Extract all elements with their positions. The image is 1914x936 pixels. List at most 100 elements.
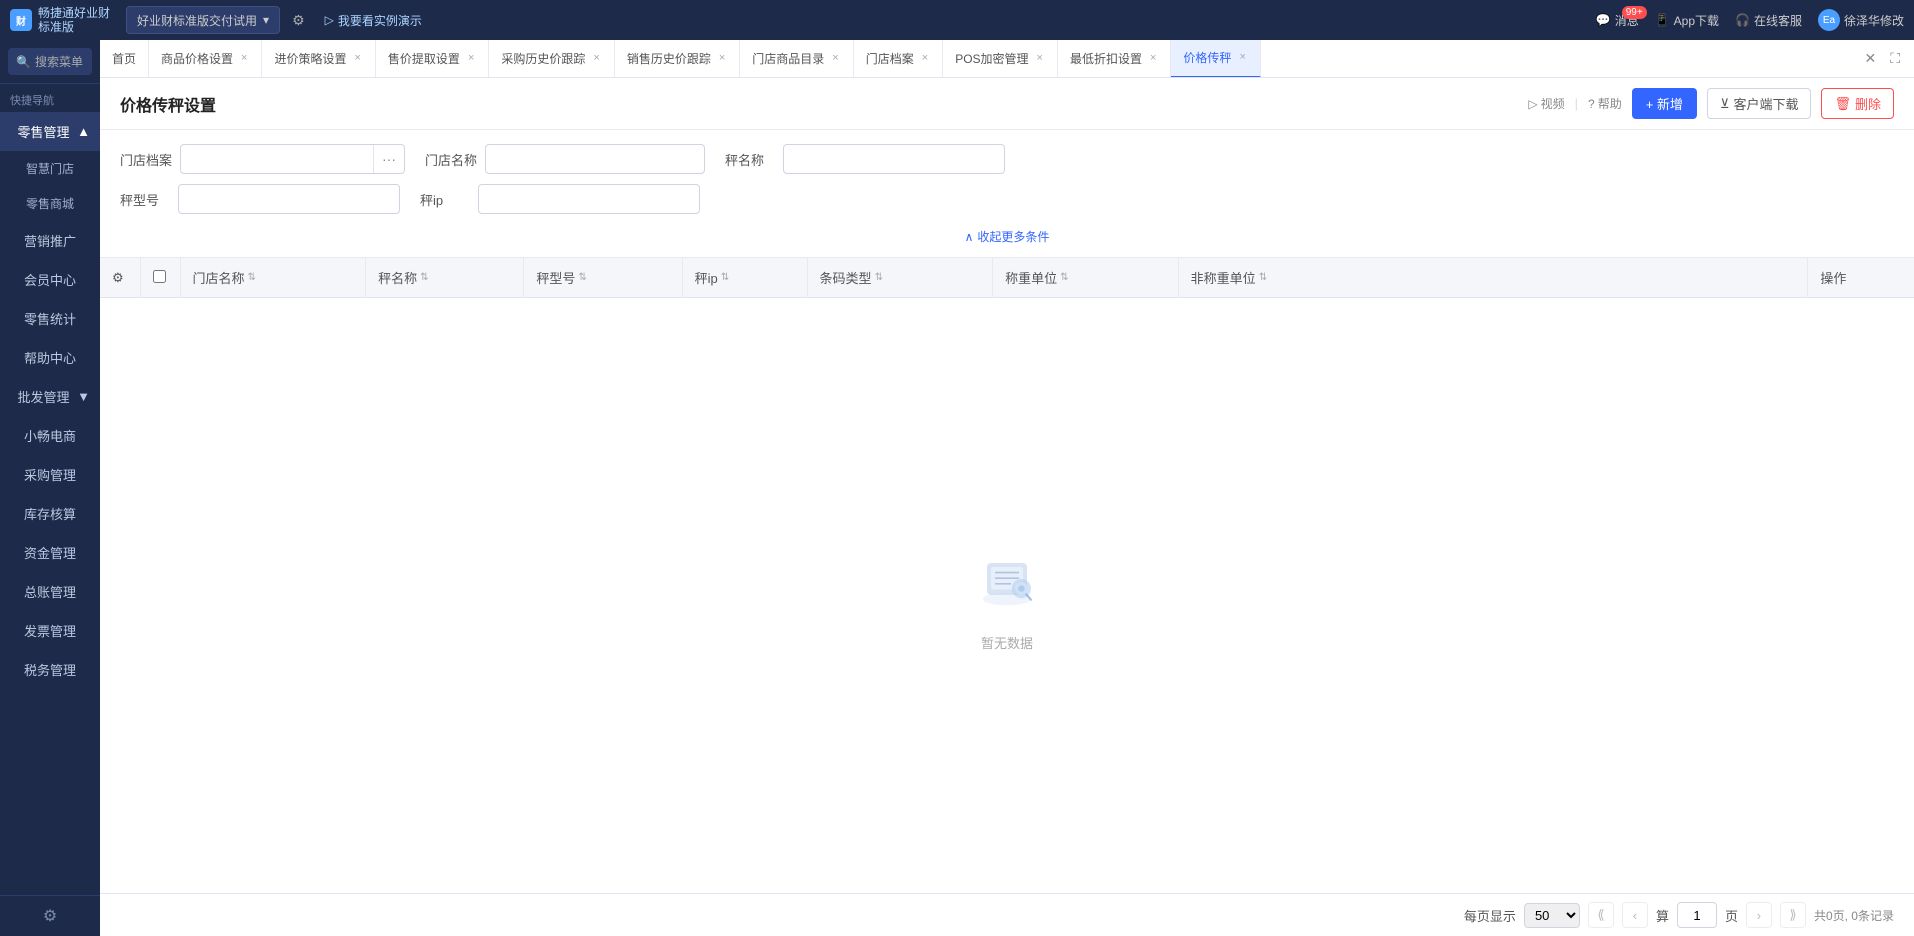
filter-store-file-label: 门店档案	[120, 150, 172, 169]
tab-price-setting-close[interactable]: ×	[239, 52, 249, 65]
tab-store-catalog[interactable]: 门店商品目录 ×	[740, 40, 853, 78]
sidebar-search-area: 🔍 搜索菜单	[0, 40, 100, 84]
sidebar-item-help-center[interactable]: 帮助中心	[0, 338, 100, 377]
scale-model-input[interactable]	[178, 184, 400, 214]
sidebar-item-invoice-mgmt-label: 发票管理	[10, 621, 90, 640]
store-file-dots-button[interactable]: ···	[373, 145, 404, 173]
sidebar-item-funds-mgmt[interactable]: 资金管理	[0, 533, 100, 572]
sidebar-item-retail-mall[interactable]: 零售商城	[0, 186, 100, 221]
th-action: 操作	[1808, 258, 1914, 298]
sidebar-item-xiaochang-ecom[interactable]: 小畅电商	[0, 416, 100, 455]
online-service-item[interactable]: 🎧 在线客服	[1735, 12, 1802, 29]
th-barcode-type[interactable]: 条码类型 ⇅	[807, 258, 993, 298]
tab-purchase-strategy-close[interactable]: ×	[352, 52, 362, 65]
scale-ip-input[interactable]	[478, 184, 700, 214]
tab-store-catalog-close[interactable]: ×	[830, 52, 840, 65]
tab-min-discount-close[interactable]: ×	[1148, 52, 1158, 65]
tab-close-button[interactable]: ✕	[1858, 46, 1882, 71]
sidebar-item-wholesale-mgmt[interactable]: 批发管理 ▼	[0, 377, 100, 416]
prev-page-button[interactable]: ‹	[1622, 902, 1648, 928]
sidebar-item-general-ledger-label: 总账管理	[10, 582, 90, 601]
tab-pos-mgmt-close[interactable]: ×	[1035, 52, 1045, 65]
tab-sale-extract-close[interactable]: ×	[466, 52, 476, 65]
page-unit: 页	[1725, 906, 1738, 925]
tab-store-file-close[interactable]: ×	[920, 52, 930, 65]
collapse-up-icon: ∧	[965, 230, 974, 244]
add-button-label: + 新增	[1646, 94, 1683, 113]
sidebar-item-inventory[interactable]: 库存核算	[0, 494, 100, 533]
search-menu-button[interactable]: 🔍 搜索菜单	[8, 48, 92, 75]
th-non-weight-unit[interactable]: 非称重单位 ⇅	[1178, 258, 1808, 298]
sidebar-item-general-ledger[interactable]: 总账管理	[0, 572, 100, 611]
sidebar-item-tax-mgmt[interactable]: 税务管理	[0, 650, 100, 689]
tab-sale-history-close[interactable]: ×	[717, 52, 727, 65]
sidebar-item-member-center[interactable]: 会员中心	[0, 260, 100, 299]
app-download-item[interactable]: 📱 App下载	[1655, 12, 1719, 29]
th-scale-name[interactable]: 秤名称 ⇅	[366, 258, 524, 298]
th-non-weight-unit-label: 非称重单位	[1191, 268, 1256, 287]
chevron-down-icon: ▾	[263, 13, 269, 27]
sidebar-item-marketing[interactable]: 营销推广	[0, 221, 100, 260]
th-scale-model[interactable]: 秤型号 ⇅	[524, 258, 682, 298]
download-button[interactable]: ⊻ 客户端下载	[1707, 88, 1812, 119]
tab-price-scale[interactable]: 价格传秤 ×	[1171, 40, 1260, 78]
th-store-name[interactable]: 门店名称 ⇅	[180, 258, 366, 298]
demo-label: 我要看实例演示	[338, 12, 422, 29]
tab-sale-extract[interactable]: 售价提取设置 ×	[376, 40, 489, 78]
store-file-input[interactable]	[181, 147, 373, 172]
store-name-input[interactable]	[485, 144, 705, 174]
settings-icon: ⚙	[292, 12, 305, 28]
th-weight-unit[interactable]: 称重单位 ⇅	[993, 258, 1179, 298]
download-button-label: 客户端下载	[1733, 94, 1798, 113]
sidebar-item-retail-mgmt[interactable]: 零售管理 ▲	[0, 112, 100, 151]
tab-min-discount-label: 最低折扣设置	[1070, 50, 1142, 67]
tab-purchase-strategy[interactable]: 进价策略设置 ×	[262, 40, 375, 78]
tab-home[interactable]: 首页	[100, 40, 149, 78]
user-item[interactable]: Ea 徐泽华修改	[1818, 9, 1904, 31]
collapse-button[interactable]: ∧ 收起更多条件	[965, 228, 1050, 245]
video-link[interactable]: ▷ 视频	[1528, 95, 1564, 112]
tab-store-file[interactable]: 门店档案 ×	[854, 40, 943, 78]
empty-text: 暂无数据	[981, 633, 1033, 652]
delete-button[interactable]: 🗑 删除	[1821, 88, 1894, 119]
tab-min-discount[interactable]: 最低折扣设置 ×	[1058, 40, 1171, 78]
sidebar-item-invoice-mgmt[interactable]: 发票管理	[0, 611, 100, 650]
sidebar-settings-icon[interactable]: ⚙	[43, 906, 57, 926]
global-settings-button[interactable]: ⚙	[288, 8, 309, 33]
filter-scale-model: 秤型号	[120, 184, 400, 214]
filter-scale-name: 秤名称	[725, 144, 1005, 174]
sidebar-item-purchase-mgmt[interactable]: 采购管理	[0, 455, 100, 494]
select-all-checkbox[interactable]	[153, 270, 166, 283]
tab-purchase-history-close[interactable]: ×	[591, 52, 601, 65]
next-page-button[interactable]: ›	[1746, 902, 1772, 928]
tab-maximize-button[interactable]: ⛶	[1884, 46, 1906, 71]
last-page-button[interactable]: ⟫	[1780, 902, 1806, 928]
tab-price-scale-close[interactable]: ×	[1237, 51, 1247, 64]
per-page-select[interactable]: 10 20 50 100	[1524, 903, 1580, 928]
tab-pos-mgmt[interactable]: POS加密管理 ×	[943, 40, 1058, 78]
sort-icon-scale-ip: ⇅	[721, 272, 729, 283]
message-item[interactable]: 💬 消息 99+	[1596, 12, 1639, 29]
filter-scale-ip: 秤ip	[420, 184, 700, 214]
demo-link[interactable]: ▷ 我要看实例演示	[325, 12, 422, 29]
logo-text: 畅捷通好业财 标准版	[38, 6, 110, 35]
scale-name-input[interactable]	[783, 144, 1005, 174]
tab-purchase-history[interactable]: 采购历史价跟踪 ×	[489, 40, 614, 78]
page-title: 价格传秤设置	[120, 92, 216, 116]
version-label: 好业财标准版交付试用	[137, 12, 257, 29]
tab-price-setting[interactable]: 商品价格设置 ×	[149, 40, 262, 78]
first-page-button[interactable]: ⟪	[1588, 902, 1614, 928]
filter-store-file-input-wrapper: ···	[180, 144, 405, 174]
help-link[interactable]: ? 帮助	[1588, 95, 1622, 112]
th-scale-ip[interactable]: 秤ip ⇅	[682, 258, 807, 298]
page-number-input[interactable]	[1677, 902, 1717, 928]
th-checkbox	[140, 258, 180, 298]
add-button[interactable]: + 新增	[1632, 88, 1697, 119]
version-selector[interactable]: 好业财标准版交付试用 ▾	[126, 6, 280, 34]
table-settings-icon[interactable]: ⚙	[112, 270, 124, 285]
sidebar-item-smart-store[interactable]: 智慧门店	[0, 151, 100, 186]
tab-sale-history[interactable]: 销售历史价跟踪 ×	[615, 40, 740, 78]
th-settings[interactable]: ⚙	[100, 258, 140, 298]
sidebar-item-retail-stats[interactable]: 零售统计	[0, 299, 100, 338]
collapse-label: 收起更多条件	[977, 228, 1049, 245]
